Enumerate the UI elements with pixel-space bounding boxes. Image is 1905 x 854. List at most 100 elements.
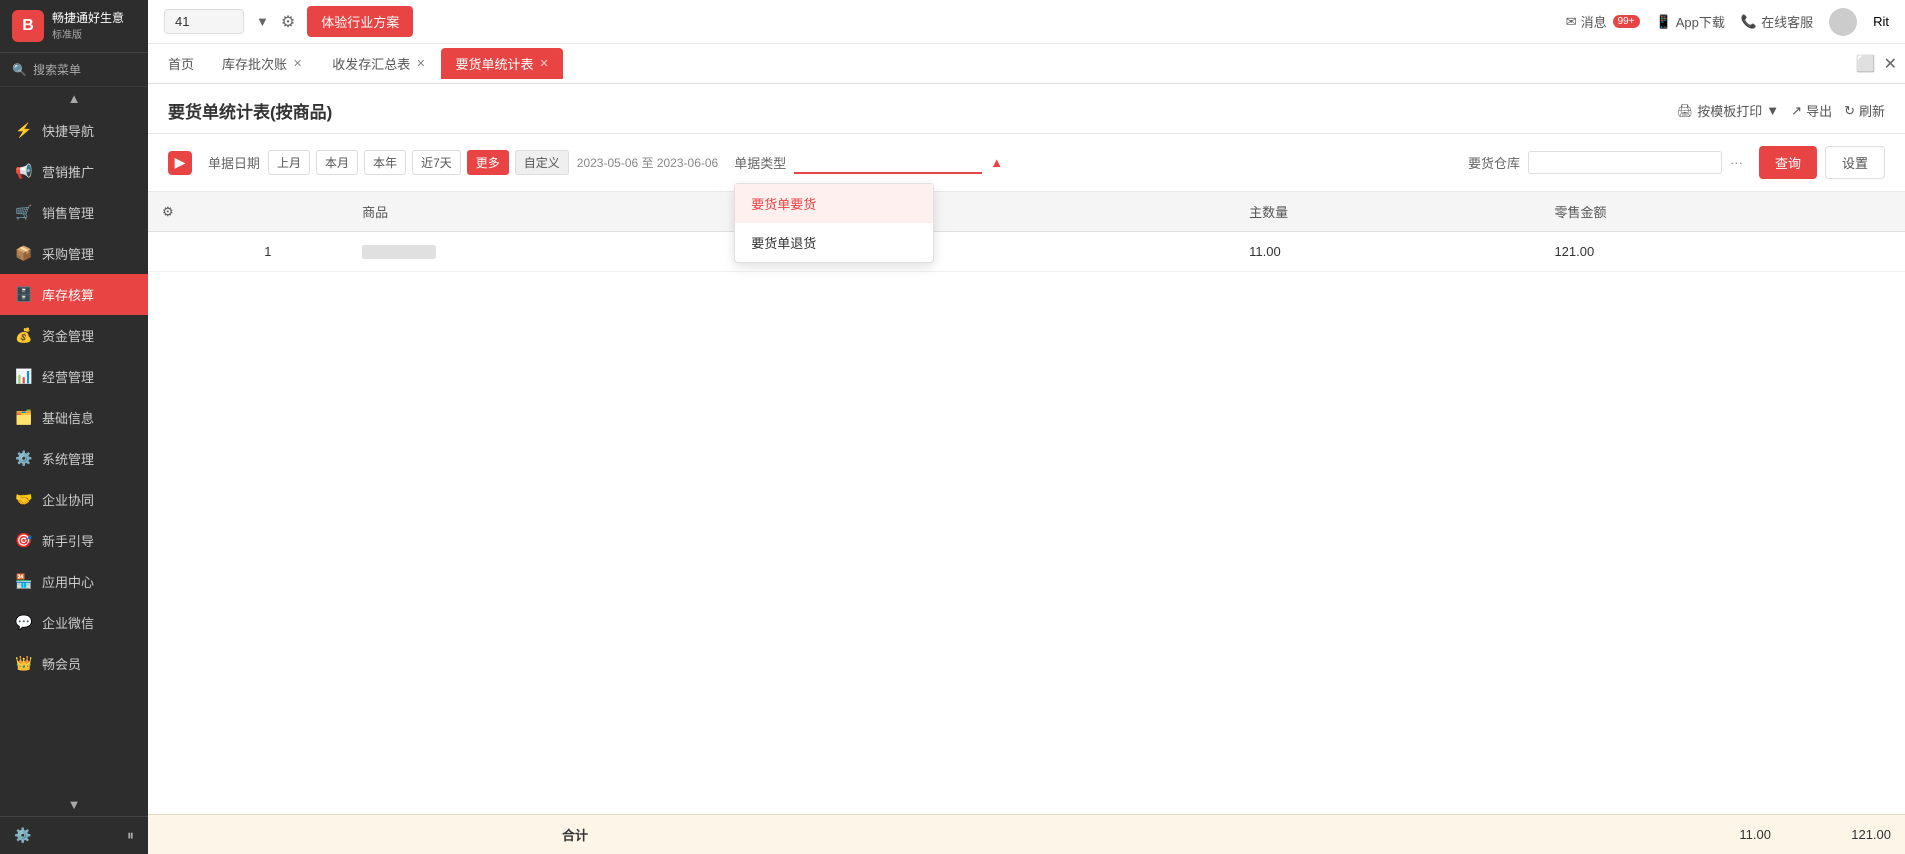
sidebar-item-finance[interactable]: 💰 资金管理 bbox=[0, 315, 148, 356]
main: 41 ▼ ⚙ 体验行业方案 ✉ 消息 99+ 📱 App下载 📞 在线客服 Ri… bbox=[148, 0, 1905, 854]
date-btn-last-month[interactable]: 上月 bbox=[268, 150, 310, 175]
sidebar-item-marketing[interactable]: 📢 营销推广 bbox=[0, 151, 148, 192]
date-btn-more[interactable]: 更多 bbox=[467, 150, 509, 175]
tab-close-all-icon[interactable]: ✕ bbox=[1884, 54, 1897, 74]
filter-settings-button[interactable]: 设置 bbox=[1825, 146, 1885, 179]
filter-actions: 查询 设置 bbox=[1759, 146, 1885, 179]
messages-icon: ✉ bbox=[1566, 14, 1577, 30]
page-actions: 🖨 按模板打印 ▼ ↗ 导出 ↻ 刷新 bbox=[1677, 101, 1885, 120]
tab-inventory-batch-close[interactable]: ✕ bbox=[293, 57, 302, 70]
quicknav-icon: ⚡ bbox=[14, 122, 34, 139]
print-button[interactable]: 🖨 按模板打印 ▼ bbox=[1677, 101, 1779, 120]
settings-bottom-icon[interactable]: ⚙️ bbox=[14, 827, 31, 844]
refresh-icon: ↻ bbox=[1844, 103, 1855, 119]
topbar-settings-icon[interactable]: ⚙ bbox=[281, 12, 295, 32]
sidebar-item-guide[interactable]: 🎯 新手引导 bbox=[0, 520, 148, 561]
sidebar-search[interactable]: 🔍 搜索菜单 bbox=[0, 53, 148, 87]
tab-inventory-batch-label: 库存批次账 bbox=[222, 54, 287, 73]
sidebar-item-sales[interactable]: 🛒 销售管理 bbox=[0, 192, 148, 233]
table-footer: 合计 11.00 121.00 bbox=[148, 814, 1905, 854]
sales-label: 销售管理 bbox=[42, 203, 94, 222]
topbar-dropdown[interactable]: ▼ bbox=[256, 14, 269, 29]
online-service-item[interactable]: 📞 在线客服 bbox=[1741, 12, 1813, 31]
topbar: 41 ▼ ⚙ 体验行业方案 ✉ 消息 99+ 📱 App下载 📞 在线客服 Ri… bbox=[148, 0, 1905, 44]
inventory-label: 库存核算 bbox=[42, 285, 94, 304]
type-input[interactable] bbox=[794, 151, 982, 174]
col-index bbox=[188, 192, 349, 232]
finance-icon: 💰 bbox=[14, 327, 34, 344]
page-title: 要货单统计表(按商品) bbox=[168, 98, 332, 123]
refresh-button[interactable]: ↻ 刷新 bbox=[1844, 101, 1885, 120]
topbar-left: 41 ▼ ⚙ 体验行业方案 bbox=[164, 6, 413, 37]
print-icon: 🖨 bbox=[1677, 103, 1694, 119]
col-settings[interactable]: ⚙ bbox=[148, 192, 188, 232]
appstore-icon: 🏪 bbox=[14, 573, 34, 590]
system-label: 系统管理 bbox=[42, 449, 94, 468]
online-service-label: 在线客服 bbox=[1761, 12, 1813, 31]
system-icon: ⚙️ bbox=[14, 450, 34, 467]
sidebar-scroll-down[interactable]: ▼ bbox=[0, 793, 148, 816]
date-btn-this-month[interactable]: 本月 bbox=[316, 150, 358, 175]
row-amount: 121.00 bbox=[1540, 232, 1905, 272]
sidebar-item-purchase[interactable]: 📦 采购管理 bbox=[0, 233, 148, 274]
col-amount: 零售金额 bbox=[1540, 192, 1905, 232]
sidebar-item-quicknav[interactable]: ⚡ 快捷导航 bbox=[0, 110, 148, 151]
refresh-label: 刷新 bbox=[1859, 101, 1885, 120]
warehouse-dots-icon[interactable]: ··· bbox=[1730, 155, 1743, 170]
purchase-icon: 📦 bbox=[14, 245, 34, 262]
dropdown-item-requisition-return[interactable]: 要货单退货 bbox=[735, 223, 933, 262]
app-download-item[interactable]: 📱 App下载 bbox=[1656, 12, 1725, 31]
sidebar-item-membership[interactable]: 👑 畅会员 bbox=[0, 643, 148, 684]
date-btn-last-7-days[interactable]: 近7天 bbox=[412, 150, 461, 175]
table-row: 1 ████████ 块 11.00 121.00 bbox=[148, 232, 1905, 272]
wechat-label: 企业微信 bbox=[42, 613, 94, 632]
sidebar-item-basics[interactable]: 🗂️ 基础信息 bbox=[0, 397, 148, 438]
date-btn-this-year[interactable]: 本年 bbox=[364, 150, 406, 175]
sidebar-item-inventory[interactable]: 🗄️ 库存核算 bbox=[0, 274, 148, 315]
marketing-label: 营销推广 bbox=[42, 162, 94, 181]
sidebar-item-enterprise[interactable]: 🤝 企业协同 bbox=[0, 479, 148, 520]
sidebar: B 畅捷通好生意 标准版 🔍 搜索菜单 ▲ ⚡ 快捷导航 📢 营销推广 🛒 销售… bbox=[0, 0, 148, 854]
sales-icon: 🛒 bbox=[14, 204, 34, 221]
tab-receive-send[interactable]: 收发存汇总表 ✕ bbox=[318, 48, 439, 79]
data-table: ⚙ 商品 主计量单位 主数量 零售金额 1 ████████ bbox=[148, 192, 1905, 272]
service-icon: 📞 bbox=[1741, 14, 1757, 30]
tab-requisition-stats[interactable]: 要货单统计表 ✕ bbox=[441, 48, 562, 79]
filter-date-group: 单据日期 上月 本月 本年 近7天 更多 自定义 2023-05-06 至 20… bbox=[208, 150, 718, 175]
print-chevron-icon: ▼ bbox=[1766, 103, 1779, 118]
sidebar-scroll-up[interactable]: ▲ bbox=[0, 87, 148, 110]
filter-expand-button[interactable]: ▶ bbox=[168, 151, 192, 175]
sidebar-item-system[interactable]: ⚙️ 系统管理 bbox=[0, 438, 148, 479]
enterprise-label: 企业协同 bbox=[42, 490, 94, 509]
trial-button[interactable]: 体验行业方案 bbox=[307, 6, 413, 37]
purchase-label: 采购管理 bbox=[42, 244, 94, 263]
type-chevron-icon[interactable]: ▲ bbox=[990, 155, 1003, 170]
date-label: 单据日期 bbox=[208, 153, 260, 172]
sidebar-item-appstore[interactable]: 🏪 应用中心 bbox=[0, 561, 148, 602]
sidebar-bottom: ⚙️ ⏸ bbox=[0, 816, 148, 854]
type-label: 单据类型 bbox=[734, 153, 786, 172]
tab-home[interactable]: 首页 bbox=[156, 48, 206, 79]
export-button[interactable]: ↗ 导出 bbox=[1791, 101, 1832, 120]
user-avatar[interactable] bbox=[1829, 8, 1857, 36]
search-button[interactable]: 查询 bbox=[1759, 146, 1817, 179]
logo-icon: B bbox=[12, 10, 44, 42]
tab-receive-send-close[interactable]: ✕ bbox=[416, 57, 425, 70]
date-custom-btn[interactable]: 自定义 bbox=[515, 150, 569, 175]
date-range-text: 2023-05-06 至 2023-06-06 bbox=[577, 154, 718, 171]
warehouse-input[interactable] bbox=[1528, 151, 1722, 174]
messages-item[interactable]: ✉ 消息 99+ bbox=[1566, 12, 1640, 31]
sidebar-item-operations[interactable]: 📊 经营管理 bbox=[0, 356, 148, 397]
tab-inventory-batch[interactable]: 库存批次账 ✕ bbox=[208, 48, 316, 79]
collapse-icon[interactable]: ⏸ bbox=[127, 827, 134, 844]
search-label: 搜索菜单 bbox=[33, 61, 81, 78]
date-buttons: 上月 本月 本年 近7天 更多 自定义 bbox=[268, 150, 569, 175]
tab-restore-icon[interactable]: ⬜ bbox=[1856, 54, 1876, 74]
filter-type-group: 单据类型 ▲ 要货单要货 要货单退货 bbox=[734, 151, 1003, 174]
dropdown-item-requisition-order[interactable]: 要货单要货 bbox=[735, 184, 933, 223]
sidebar-item-wechat[interactable]: 💬 企业微信 bbox=[0, 602, 148, 643]
tab-requisition-close[interactable]: ✕ bbox=[540, 57, 549, 70]
user-text: Rit bbox=[1873, 14, 1889, 29]
warehouse-label: 要货仓库 bbox=[1468, 153, 1520, 172]
guide-label: 新手引导 bbox=[42, 531, 94, 550]
